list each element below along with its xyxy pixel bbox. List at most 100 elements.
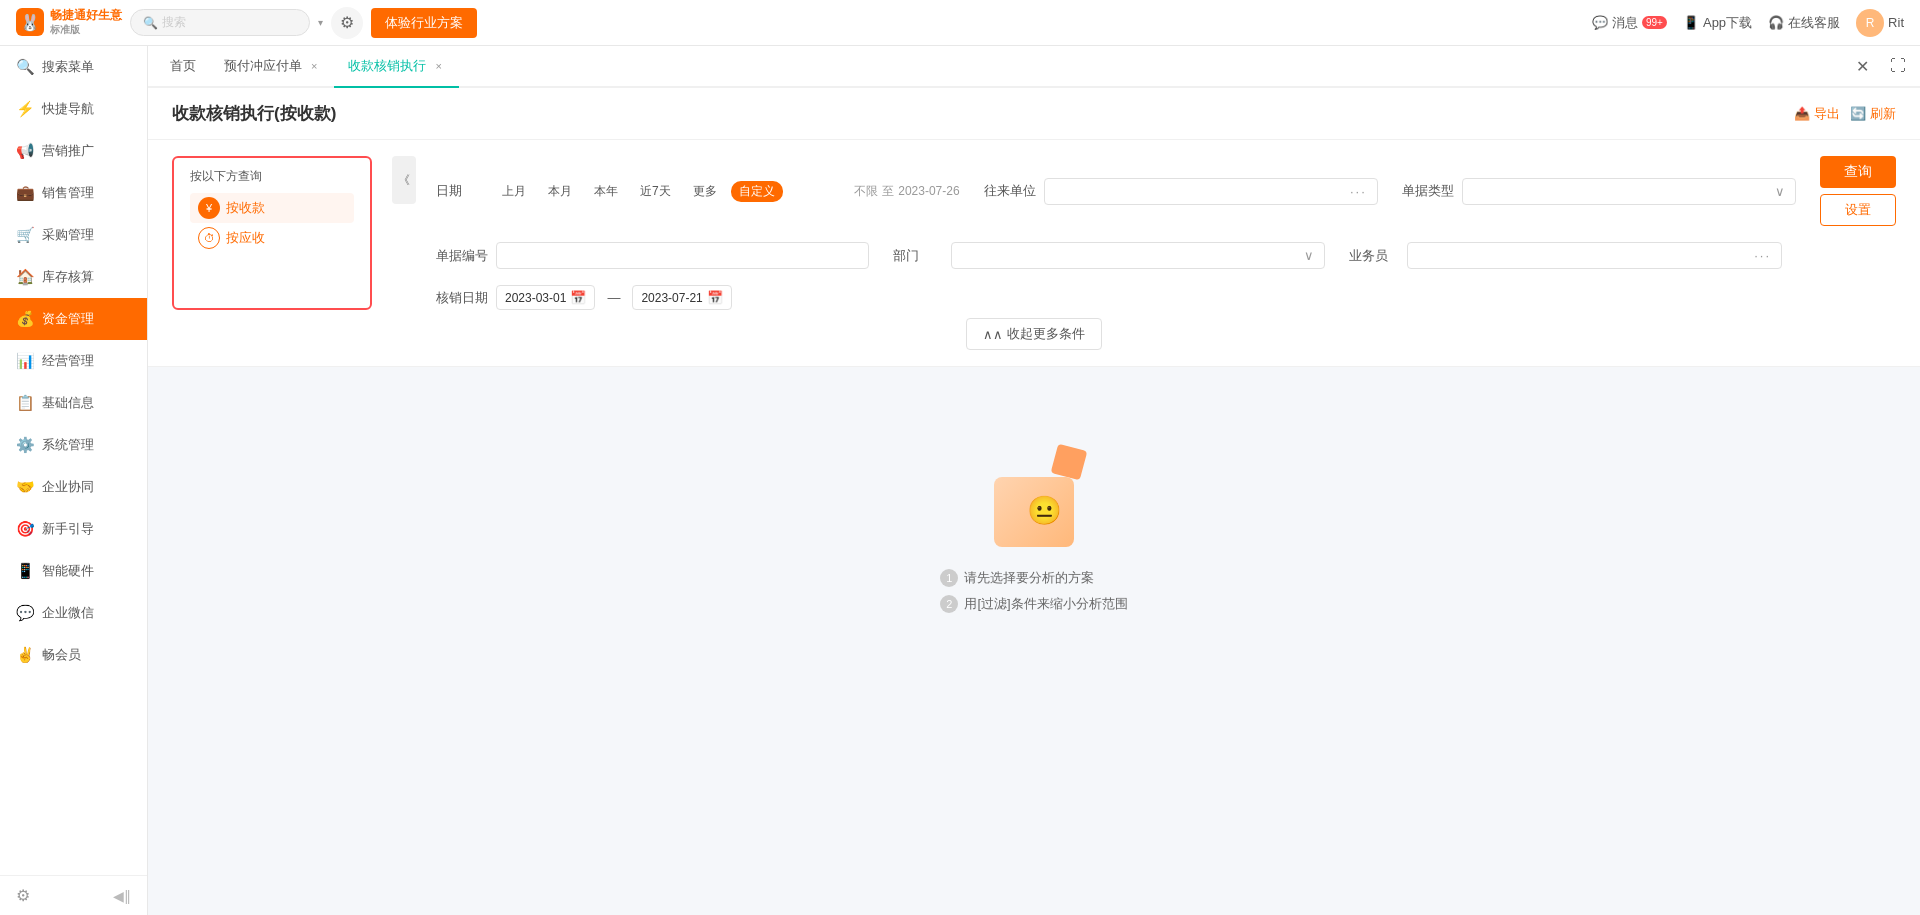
page-title: 收款核销执行(按收款): [172, 102, 336, 139]
doc-type-select[interactable]: ∨: [1462, 178, 1796, 205]
staff-select[interactable]: ···: [1407, 242, 1782, 269]
date-custom[interactable]: 自定义: [731, 181, 783, 202]
user-menu[interactable]: R Rit: [1856, 9, 1904, 37]
tab-prepay[interactable]: 预付冲应付单 ×: [210, 46, 334, 88]
sidebar-collapse-icon[interactable]: ◀‖: [113, 888, 131, 904]
doc-type-label: 单据类型: [1402, 182, 1454, 200]
empty-face-icon: 😐: [1027, 494, 1062, 527]
doc-number-input[interactable]: [496, 242, 869, 269]
user-avatar: R: [1856, 9, 1884, 37]
brand-name: 畅捷通好生意 标准版: [50, 8, 122, 36]
refresh-icon: 🔄: [1850, 106, 1866, 121]
filter-option-receivable[interactable]: ⏱ 按应收: [190, 223, 354, 253]
verify-date-to-input[interactable]: 2023-07-21 📅: [632, 285, 731, 310]
staff-dots[interactable]: ···: [1754, 248, 1771, 263]
flash-icon: ⚡: [16, 100, 34, 118]
page-header-actions: 📤 导出 🔄 刷新: [1794, 105, 1896, 137]
member-icon: ✌️: [16, 646, 34, 664]
industry-btn[interactable]: 体验行业方案: [371, 8, 477, 38]
query-btn[interactable]: 查询: [1820, 156, 1896, 188]
sidebar-item-hardware[interactable]: 📱 智能硬件: [0, 550, 147, 592]
filter-option-receipt[interactable]: ¥ 按收款: [190, 193, 354, 223]
date-no-limit: 不限 至 2023-07-26: [854, 183, 959, 200]
filter-row-2: 单据编号 部门 ∨ 业务员: [436, 242, 1896, 269]
doc-type-field: 单据类型 ∨: [1402, 178, 1796, 205]
calendar-from-icon[interactable]: 📅: [570, 290, 586, 305]
filter-row-3: 核销日期 2023-03-01 📅 — 2023-07-21 📅: [436, 285, 1896, 310]
refresh-btn[interactable]: 🔄 刷新: [1850, 105, 1896, 123]
settings-btn[interactable]: 设置: [1820, 194, 1896, 226]
unit-label: 往来单位: [984, 182, 1036, 200]
sidebar-item-search-menu[interactable]: 🔍 搜索菜单: [0, 46, 147, 88]
doc-number-field: 单据编号: [436, 242, 869, 269]
sidebar-item-quick-nav[interactable]: ⚡ 快捷导航: [0, 88, 147, 130]
sidebar-item-system[interactable]: ⚙️ 系统管理: [0, 424, 147, 466]
dropdown-arrow-icon[interactable]: ▾: [318, 17, 323, 28]
date-this-month[interactable]: 本月: [540, 180, 580, 203]
date-last-month[interactable]: 上月: [494, 180, 534, 203]
purchase-icon: 🛒: [16, 226, 34, 244]
date-more[interactable]: 更多: [685, 180, 725, 203]
tab-receipt-verify-close[interactable]: ×: [432, 59, 444, 73]
verify-date-label: 核销日期: [436, 289, 488, 307]
message-icon: 💬: [1592, 15, 1608, 30]
empty-tips: 1 请先选择要分析的方案 2 用[过滤]条件来缩小分析范围: [940, 569, 1127, 613]
search-bar[interactable]: 🔍 搜索: [130, 9, 310, 36]
right-btns: 查询 设置: [1820, 156, 1896, 226]
verify-date-from-input[interactable]: 2023-03-01 📅: [496, 285, 595, 310]
collapse-filter-btn[interactable]: 《: [392, 156, 416, 204]
filter-top-row: 按以下方查询 ¥ 按收款 ⏱ 按应收 《: [172, 156, 1896, 310]
tip-num-2: 2: [940, 595, 958, 613]
online-service-btn[interactable]: 🎧 在线客服: [1768, 14, 1840, 32]
sidebar-item-guide[interactable]: 🎯 新手引导: [0, 508, 147, 550]
sidebar-settings-icon[interactable]: ⚙: [16, 886, 30, 905]
settings-icon[interactable]: ⚙: [331, 7, 363, 39]
unit-select[interactable]: ···: [1044, 178, 1378, 205]
empty-tip-2: 2 用[过滤]条件来缩小分析范围: [940, 595, 1127, 613]
basic-info-icon: 📋: [16, 394, 34, 412]
guide-icon: 🎯: [16, 520, 34, 538]
message-btn[interactable]: 💬 消息 99+: [1592, 14, 1667, 32]
sidebar-item-wechat[interactable]: 💬 企业微信: [0, 592, 147, 634]
sidebar-item-marketing[interactable]: 📢 营销推广: [0, 130, 147, 172]
collapse-more-row: ∧∧ 收起更多条件: [172, 318, 1896, 350]
date-label: 日期: [436, 182, 486, 200]
finance-icon: 💰: [16, 310, 34, 328]
sidebar-item-enterprise[interactable]: 🤝 企业协同: [0, 466, 147, 508]
sidebar-item-member[interactable]: ✌️ 畅会员: [0, 634, 147, 676]
sidebar-item-purchase[interactable]: 🛒 采购管理: [0, 214, 147, 256]
export-btn[interactable]: 📤 导出: [1794, 105, 1840, 123]
unit-dots[interactable]: ···: [1350, 184, 1367, 199]
brand-icon: 🐰: [16, 8, 44, 36]
calendar-to-icon[interactable]: 📅: [707, 290, 723, 305]
empty-box: 😐: [994, 477, 1074, 547]
tab-fullscreen-btn[interactable]: ⛶: [1884, 52, 1912, 80]
date-7days[interactable]: 近7天: [632, 180, 679, 203]
search-icon: 🔍: [143, 16, 158, 30]
collapse-more-btn[interactable]: ∧∧ 收起更多条件: [966, 318, 1102, 350]
tab-receipt-verify[interactable]: 收款核销执行 ×: [334, 46, 458, 88]
search-placeholder: 搜索: [162, 14, 186, 31]
sidebar-item-finance[interactable]: 💰 资金管理: [0, 298, 147, 340]
unit-field: 往来单位 ···: [984, 178, 1378, 205]
tab-home[interactable]: 首页: [156, 46, 210, 88]
top-bar-right: 💬 消息 99+ 📱 App下载 🎧 在线客服 R Rit: [1592, 9, 1904, 37]
sidebar-item-operations[interactable]: 📊 经营管理: [0, 340, 147, 382]
sidebar-item-inventory[interactable]: 🏠 库存核算: [0, 256, 147, 298]
tab-prepay-close[interactable]: ×: [308, 59, 320, 73]
system-icon: ⚙️: [16, 436, 34, 454]
sidebar-item-basic-info[interactable]: 📋 基础信息: [0, 382, 147, 424]
search-icon: 🔍: [16, 58, 34, 76]
tip-num-1: 1: [940, 569, 958, 587]
sidebar-item-sales[interactable]: 💼 销售管理: [0, 172, 147, 214]
empty-state: 😐 1 请先选择要分析的方案 2 用[过滤]条件来缩小分析范围: [148, 367, 1920, 693]
dept-field: 部门 ∨: [893, 242, 1326, 269]
app-download-btn[interactable]: 📱 App下载: [1683, 14, 1752, 32]
tab-close-btn[interactable]: ✕: [1848, 52, 1876, 80]
dept-select[interactable]: ∨: [951, 242, 1326, 269]
date-this-year[interactable]: 本年: [586, 180, 626, 203]
empty-tip-1: 1 请先选择要分析的方案: [940, 569, 1127, 587]
tab-bar: 首页 预付冲应付单 × 收款核销执行 × ✕ ⛶: [148, 46, 1920, 88]
brand-logo: 🐰 畅捷通好生意 标准版: [16, 8, 122, 36]
filter-panel: 按以下方查询 ¥ 按收款 ⏱ 按应收 《: [148, 140, 1920, 367]
